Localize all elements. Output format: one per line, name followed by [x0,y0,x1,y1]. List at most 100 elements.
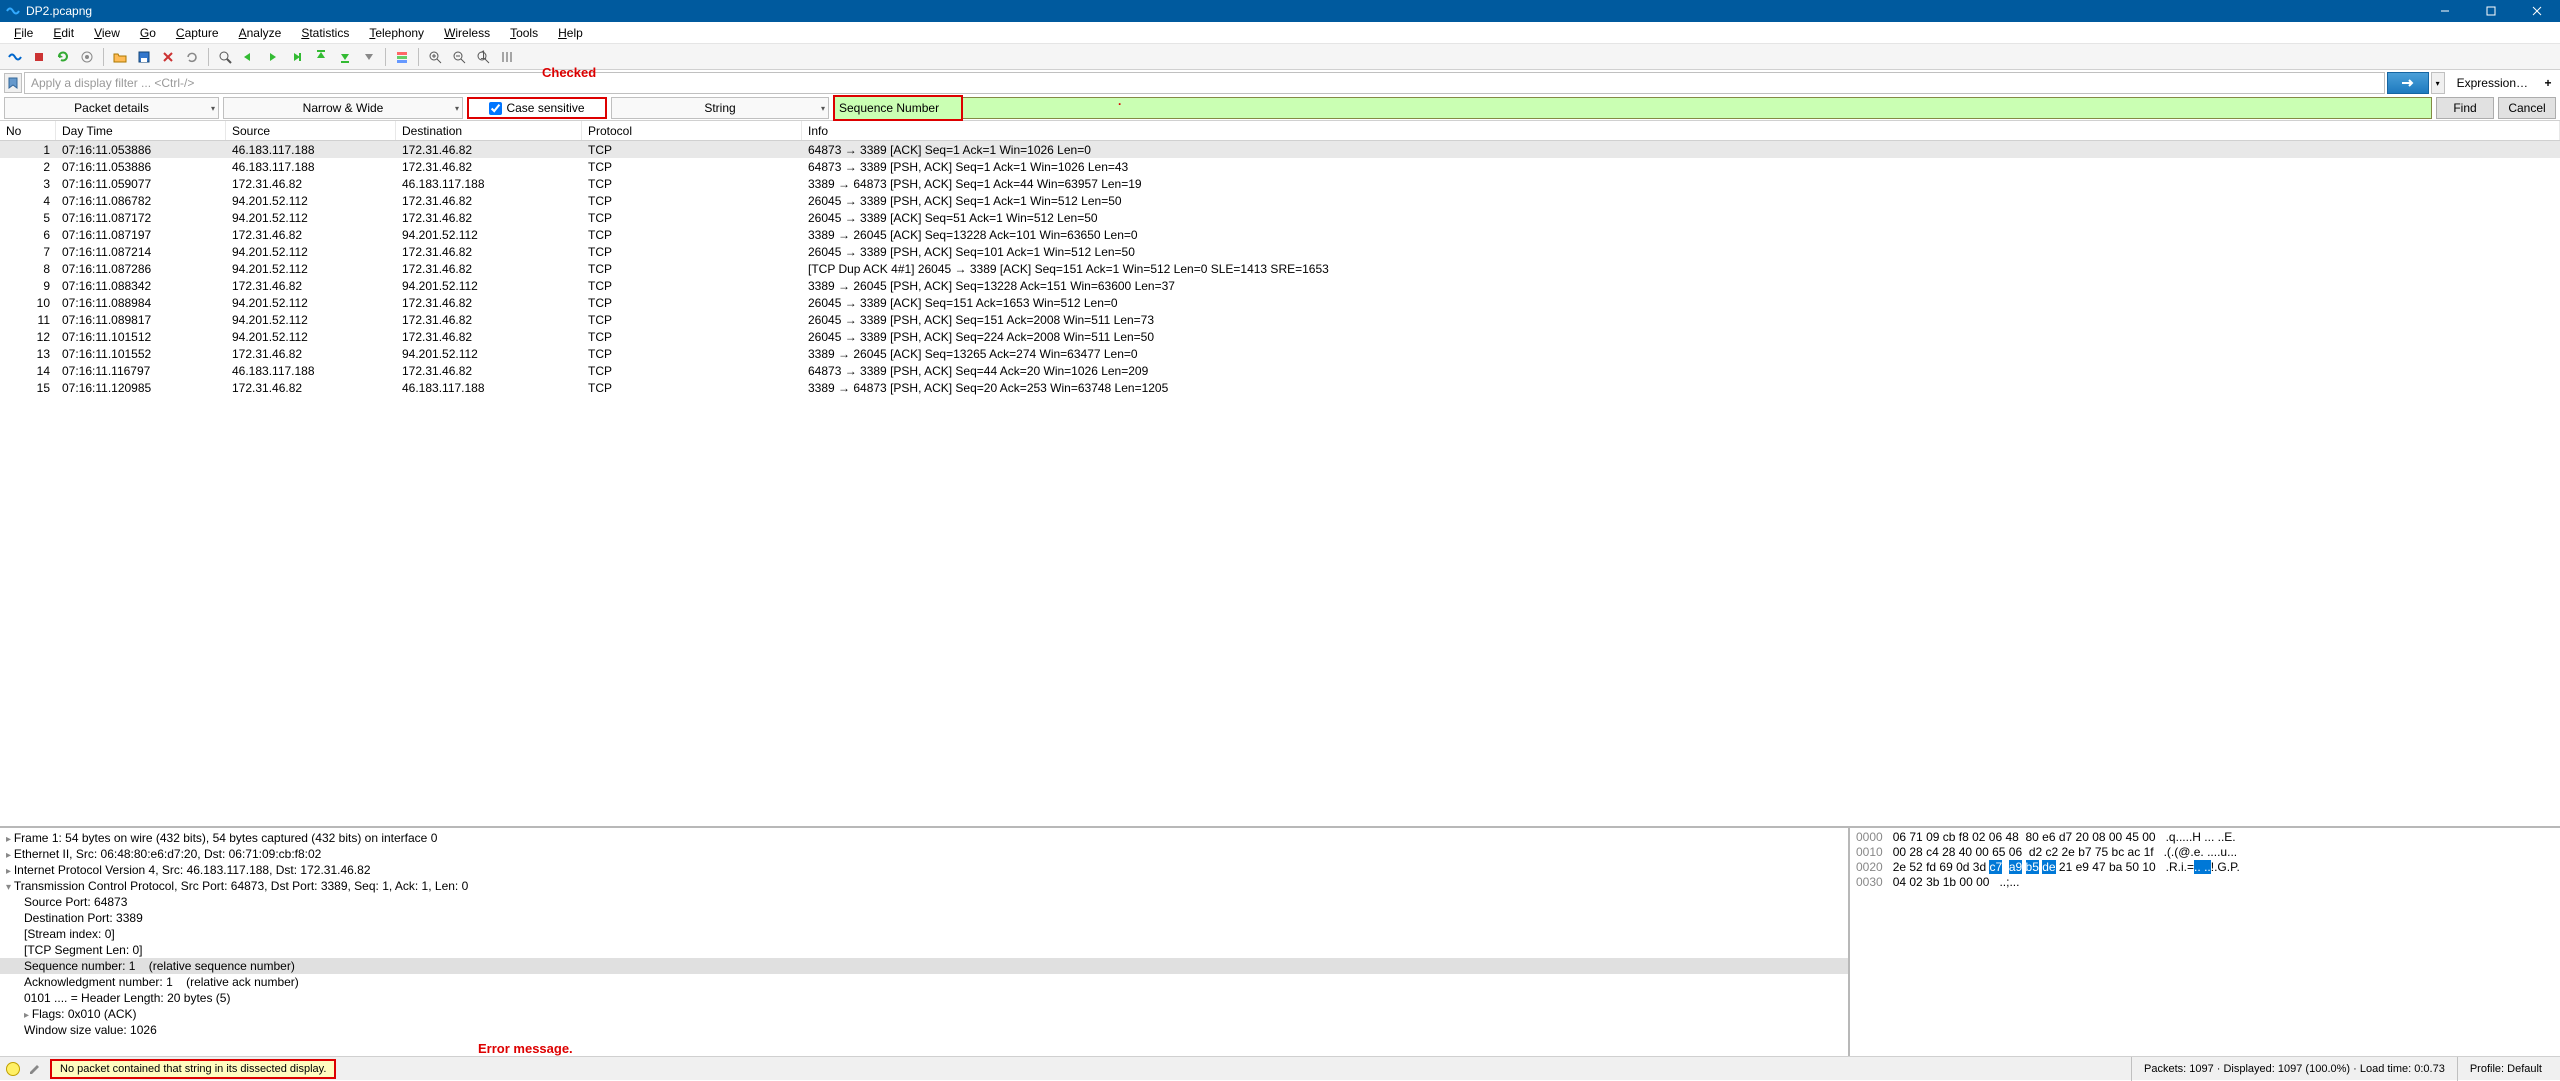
packet-row[interactable]: 107:16:11.05388646.183.117.188172.31.46.… [0,141,2560,158]
tree-line[interactable]: Internet Protocol Version 4, Src: 46.183… [0,862,1848,878]
restart-capture-icon[interactable] [52,46,74,68]
packet-list: No Day Time Source Destination Protocol … [0,120,2560,826]
toolbar-separator [418,48,419,66]
tree-line[interactable]: Sequence number: 1 (relative sequence nu… [0,958,1848,974]
packet-row[interactable]: 1007:16:11.08898494.201.52.112172.31.46.… [0,294,2560,311]
tree-line[interactable]: Ethernet II, Src: 06:48:80:e6:d7:20, Dst… [0,846,1848,862]
open-file-icon[interactable] [109,46,131,68]
search-in-combo[interactable]: Packet details▾ [4,97,219,119]
charset-label: Narrow & Wide [303,101,384,115]
hex-line[interactable]: 0000 06 71 09 cb f8 02 06 48 80 e6 d7 20… [1856,830,2554,845]
close-file-icon[interactable] [157,46,179,68]
packet-bytes-pane[interactable]: 0000 06 71 09 cb f8 02 06 48 80 e6 d7 20… [1850,828,2560,1056]
tree-line[interactable]: Window size value: 1026 [0,1022,1848,1038]
expression-button[interactable]: Expression… [2447,72,2538,94]
checked-annotation: Checked [542,65,596,80]
charset-combo[interactable]: Narrow & Wide▾ [223,97,463,119]
menu-analyze[interactable]: Analyze [229,24,292,42]
packet-row[interactable]: 207:16:11.05388646.183.117.188172.31.46.… [0,158,2560,175]
go-to-packet-icon[interactable] [286,46,308,68]
search-field-extension[interactable] [963,97,2432,119]
bookmark-filter-icon[interactable] [4,73,22,93]
hex-line[interactable]: 0010 00 28 c4 28 40 00 65 06 d2 c2 2e b7… [1856,845,2554,860]
capture-options-icon[interactable] [76,46,98,68]
display-filter-input[interactable] [24,72,2385,94]
tree-line[interactable]: Transmission Control Protocol, Src Port:… [0,878,1848,894]
tree-line[interactable]: Frame 1: 54 bytes on wire (432 bits), 54… [0,830,1848,846]
packet-row[interactable]: 707:16:11.08721494.201.52.112172.31.46.8… [0,243,2560,260]
zoom-in-icon[interactable] [424,46,446,68]
menu-edit[interactable]: Edit [43,24,84,42]
packet-row[interactable]: 407:16:11.08678294.201.52.112172.31.46.8… [0,192,2560,209]
start-capture-icon[interactable] [4,46,26,68]
packet-row[interactable]: 1307:16:11.101552172.31.46.8294.201.52.1… [0,345,2560,362]
packet-row[interactable]: 1507:16:11.120985172.31.46.8246.183.117.… [0,379,2560,396]
tree-line[interactable]: Destination Port: 3389 [0,910,1848,926]
search-in-label: Packet details [74,101,149,115]
menu-tools[interactable]: Tools [500,24,548,42]
packet-row[interactable]: 907:16:11.088342172.31.46.8294.201.52.11… [0,277,2560,294]
menu-capture[interactable]: Capture [166,24,229,42]
zoom-out-icon[interactable] [448,46,470,68]
col-daytime[interactable]: Day Time [56,121,226,140]
go-last-icon[interactable] [334,46,356,68]
apply-filter-button[interactable] [2387,72,2429,94]
menu-go[interactable]: Go [130,24,166,42]
col-destination[interactable]: Destination [396,121,582,140]
col-info[interactable]: Info [802,121,2560,140]
col-protocol[interactable]: Protocol [582,121,802,140]
packet-row[interactable]: 1107:16:11.08981794.201.52.112172.31.46.… [0,311,2560,328]
packet-list-body[interactable]: 107:16:11.05388646.183.117.188172.31.46.… [0,141,2560,826]
close-button[interactable] [2514,0,2560,22]
edit-icon[interactable] [28,1062,42,1076]
error-annotation: Error message. [478,1041,573,1056]
tree-line[interactable]: Source Port: 64873 [0,894,1848,910]
menu-wireless[interactable]: Wireless [434,24,500,42]
col-no[interactable]: No [0,121,56,140]
packet-row[interactable]: 607:16:11.087197172.31.46.8294.201.52.11… [0,226,2560,243]
go-back-icon[interactable] [238,46,260,68]
menu-bar: FileEditViewGoCaptureAnalyzeStatisticsTe… [0,22,2560,44]
minimize-button[interactable] [2422,0,2468,22]
hex-line[interactable]: 0030 04 02 3b 1b 00 00 ..;... [1856,875,2554,890]
tree-line[interactable]: Acknowledgment number: 1 (relative ack n… [0,974,1848,990]
go-forward-icon[interactable] [262,46,284,68]
zoom-reset-icon[interactable]: 1 [472,46,494,68]
tree-line[interactable]: [TCP Segment Len: 0] [0,942,1848,958]
packet-row[interactable]: 507:16:11.08717294.201.52.112172.31.46.8… [0,209,2560,226]
find-button[interactable]: Find [2436,97,2494,119]
add-filter-button[interactable]: + [2540,72,2556,94]
go-first-icon[interactable] [310,46,332,68]
tree-line[interactable]: 0101 .... = Header Length: 20 bytes (5) [0,990,1848,1006]
case-sensitive-checkbox[interactable]: Case sensitive [467,97,607,119]
stop-capture-icon[interactable] [28,46,50,68]
expert-info-icon[interactable] [6,1062,20,1076]
menu-view[interactable]: View [84,24,130,42]
menu-file[interactable]: File [4,24,43,42]
search-type-combo[interactable]: String▾ [611,97,829,119]
maximize-button[interactable] [2468,0,2514,22]
menu-statistics[interactable]: Statistics [291,24,359,42]
reload-icon[interactable] [181,46,203,68]
search-field[interactable] [835,97,961,119]
packet-row[interactable]: 307:16:11.059077172.31.46.8246.183.117.1… [0,175,2560,192]
packet-row[interactable]: 1207:16:11.10151294.201.52.112172.31.46.… [0,328,2560,345]
menu-telephony[interactable]: Telephony [359,24,434,42]
col-source[interactable]: Source [226,121,396,140]
filter-history-dropdown[interactable]: ▾ [2431,72,2445,94]
status-profile[interactable]: Profile: Default [2457,1057,2554,1081]
packet-row[interactable]: 1407:16:11.11679746.183.117.188172.31.46… [0,362,2560,379]
save-file-icon[interactable] [133,46,155,68]
packet-row[interactable]: 807:16:11.08728694.201.52.112172.31.46.8… [0,260,2560,277]
resize-columns-icon[interactable] [496,46,518,68]
find-packet-icon[interactable] [214,46,236,68]
menu-help[interactable]: Help [548,24,593,42]
tree-line[interactable]: Flags: 0x010 (ACK) [0,1006,1848,1022]
colorize-icon[interactable] [391,46,413,68]
hex-line[interactable]: 0020 2e 52 fd 69 0d 3d c7 a9 b5 de 21 e9… [1856,860,2554,875]
title-bar: DP2.pcapng [0,0,2560,22]
packet-details-pane[interactable]: Frame 1: 54 bytes on wire (432 bits), 54… [0,828,1850,1056]
cancel-button[interactable]: Cancel [2498,97,2556,119]
autoscroll-icon[interactable] [358,46,380,68]
tree-line[interactable]: [Stream index: 0] [0,926,1848,942]
